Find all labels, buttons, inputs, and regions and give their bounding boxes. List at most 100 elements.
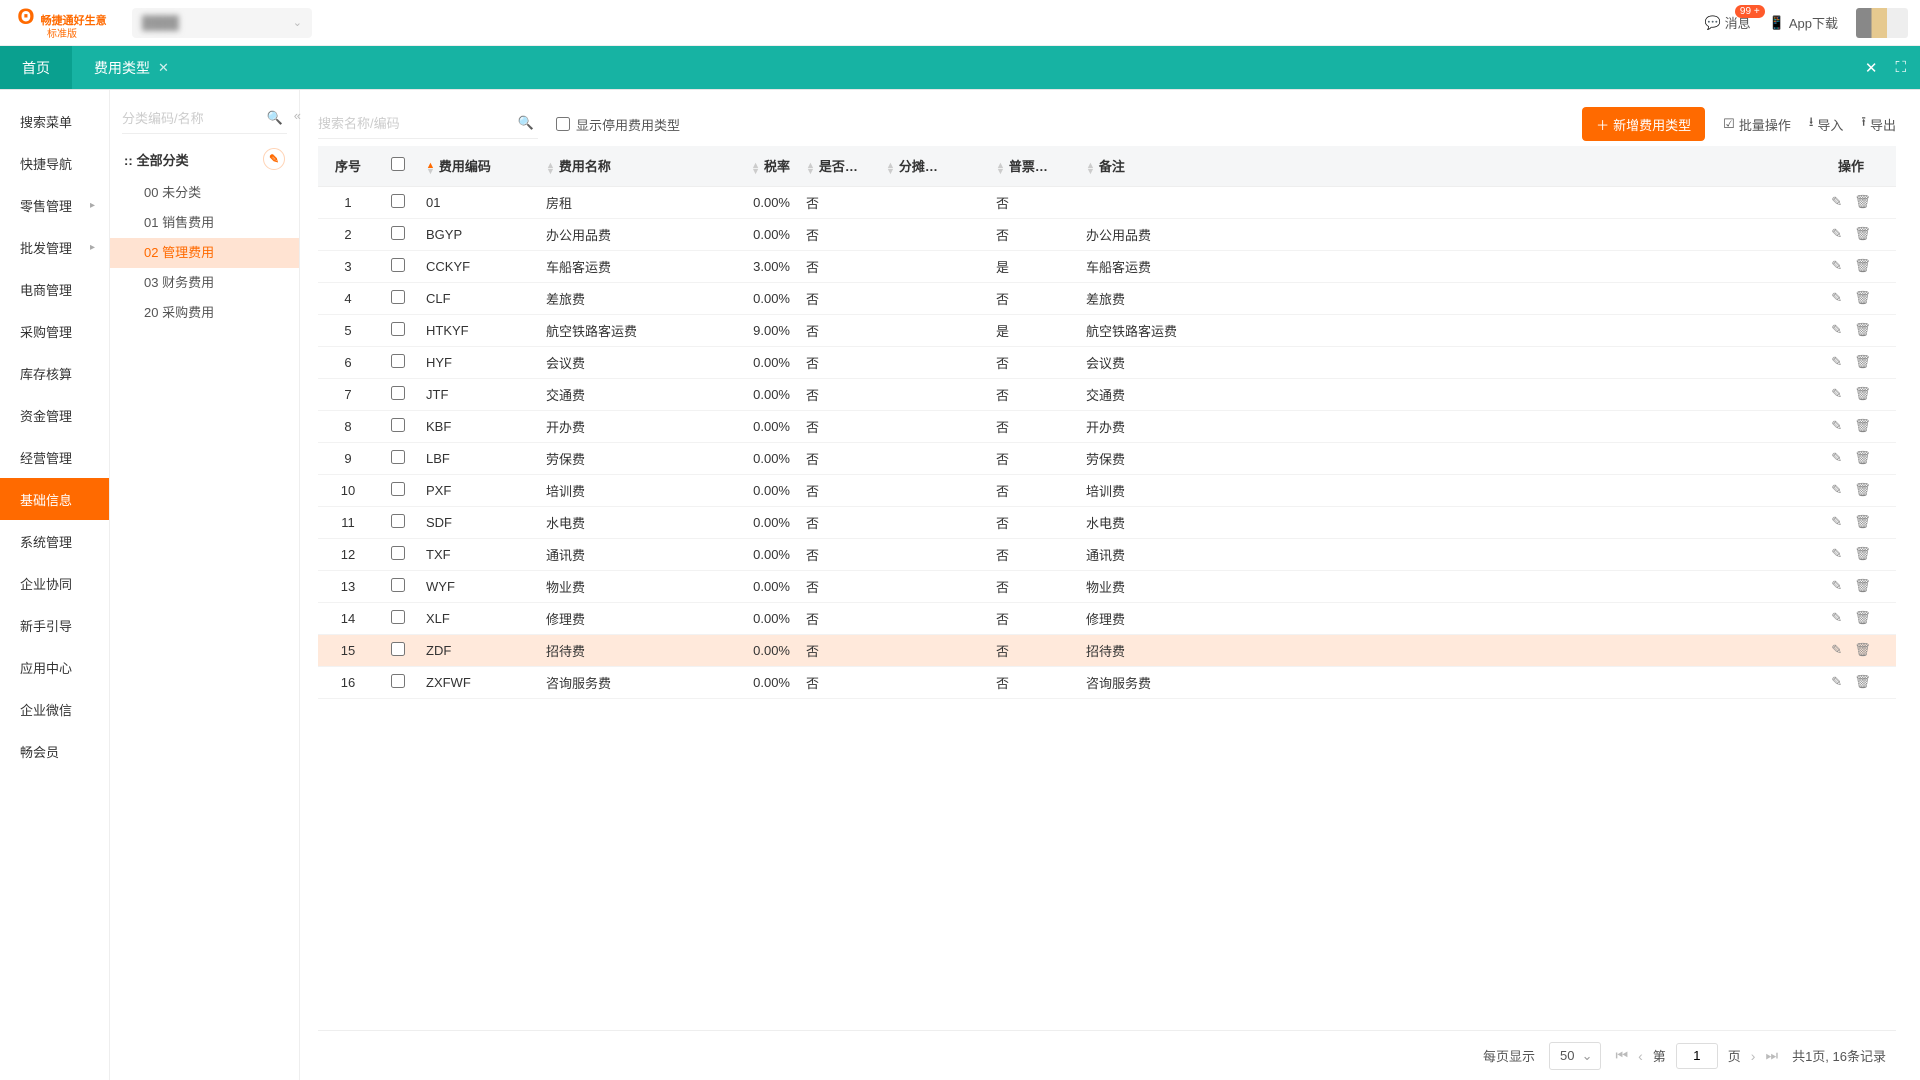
table-row[interactable]: 16 ZXFWF 咨询服务费 0.00% 否 否 咨询服务费 ✎ 🗑 <box>318 666 1896 698</box>
user-avatar[interactable] <box>1856 8 1908 38</box>
delete-row-icon[interactable]: 🗑 <box>1854 322 1871 338</box>
close-icon[interactable]: ✕ <box>158 60 169 76</box>
table-row[interactable]: 10 PXF 培训费 0.00% 否 否 培训费 ✎ 🗑 <box>318 474 1896 506</box>
table-row[interactable]: 9 LBF 劳保费 0.00% 否 否 劳保费 ✎ 🗑 <box>318 442 1896 474</box>
category-item[interactable]: 03 财务费用 <box>110 268 299 298</box>
category-item[interactable]: 20 采购费用 <box>110 298 299 328</box>
tab-close-all-icon[interactable]: ✕ <box>1865 59 1878 77</box>
table-search-input[interactable] <box>318 109 538 139</box>
delete-row-icon[interactable]: 🗑 <box>1854 546 1871 562</box>
app-download-button[interactable]: 📱 App下载 <box>1769 13 1838 32</box>
col-alloc[interactable]: ▲▼分摊… <box>878 146 988 186</box>
sidenav-item[interactable]: 采购管理 <box>0 310 109 352</box>
edit-row-icon[interactable]: ✎ <box>1831 290 1842 306</box>
edit-row-icon[interactable]: ✎ <box>1831 386 1842 402</box>
sidenav-item[interactable]: 电商管理 <box>0 268 109 310</box>
col-bool1[interactable]: ▲▼是否… <box>798 146 878 186</box>
edit-row-icon[interactable]: ✎ <box>1831 226 1842 242</box>
delete-row-icon[interactable]: 🗑 <box>1854 674 1871 690</box>
delete-row-icon[interactable]: 🗑 <box>1854 514 1871 530</box>
import-button[interactable]: ⭳ 导入 <box>1809 113 1844 135</box>
table-row[interactable]: 2 BGYP 办公用品费 0.00% 否 否 办公用品费 ✎ 🗑 <box>318 218 1896 250</box>
check-all-input[interactable] <box>391 157 405 171</box>
tab-expense-type[interactable]: 费用类型 ✕ <box>72 46 191 89</box>
col-bool2[interactable]: ▲▼普票… <box>988 146 1078 186</box>
row-checkbox[interactable] <box>391 674 405 688</box>
delete-row-icon[interactable]: 🗑 <box>1854 578 1871 594</box>
search-icon[interactable]: 🔍 <box>518 115 534 131</box>
row-checkbox[interactable] <box>391 290 405 304</box>
messages-button[interactable]: 💬 消息 99 + <box>1704 13 1750 32</box>
edit-categories-button[interactable]: ✎ <box>263 148 285 170</box>
edit-row-icon[interactable]: ✎ <box>1831 354 1842 370</box>
edit-row-icon[interactable]: ✎ <box>1831 418 1842 434</box>
sidenav-item[interactable]: 畅会员 <box>0 730 109 772</box>
edit-row-icon[interactable]: ✎ <box>1831 450 1842 466</box>
edit-row-icon[interactable]: ✎ <box>1831 258 1842 274</box>
new-expense-type-button[interactable]: ＋ 新增费用类型 <box>1582 107 1705 141</box>
col-remark[interactable]: ▲▼备注 <box>1078 146 1806 186</box>
sidenav-item[interactable]: 企业协同 <box>0 562 109 604</box>
show-disabled-input[interactable] <box>556 117 570 131</box>
edit-row-icon[interactable]: ✎ <box>1831 322 1842 338</box>
sidenav-item[interactable]: 新手引导 <box>0 604 109 646</box>
row-checkbox[interactable] <box>391 642 405 656</box>
sidenav-item[interactable]: 库存核算 <box>0 352 109 394</box>
table-row[interactable]: 8 KBF 开办费 0.00% 否 否 开办费 ✎ 🗑 <box>318 410 1896 442</box>
row-checkbox[interactable] <box>391 450 405 464</box>
page-first-button[interactable]: ⏮ <box>1615 1047 1628 1064</box>
col-check-all[interactable] <box>378 146 418 186</box>
row-checkbox[interactable] <box>391 482 405 496</box>
collapse-panel-icon[interactable]: « <box>294 108 301 123</box>
per-page-select[interactable]: 50 <box>1549 1042 1601 1070</box>
edit-row-icon[interactable]: ✎ <box>1831 482 1842 498</box>
search-icon[interactable]: 🔍 <box>267 110 283 126</box>
delete-row-icon[interactable]: 🗑 <box>1854 418 1871 434</box>
table-row[interactable]: 11 SDF 水电费 0.00% 否 否 水电费 ✎ 🗑 <box>318 506 1896 538</box>
row-checkbox[interactable] <box>391 322 405 336</box>
col-seq[interactable]: 序号 <box>318 146 378 186</box>
row-checkbox[interactable] <box>391 546 405 560</box>
table-row[interactable]: 7 JTF 交通费 0.00% 否 否 交通费 ✎ 🗑 <box>318 378 1896 410</box>
sidenav-item[interactable]: 搜索菜单 <box>0 100 109 142</box>
edit-row-icon[interactable]: ✎ <box>1831 514 1842 530</box>
batch-ops-button[interactable]: ☑ 批量操作 <box>1723 115 1791 134</box>
table-row[interactable]: 6 HYF 会议费 0.00% 否 否 会议费 ✎ 🗑 <box>318 346 1896 378</box>
col-rate[interactable]: ▲▼税率 <box>718 146 798 186</box>
page-last-button[interactable]: ⏭ <box>1765 1047 1778 1064</box>
sidenav-item[interactable]: 快捷导航 <box>0 142 109 184</box>
page-prev-button[interactable]: ‹ <box>1638 1048 1643 1064</box>
edit-row-icon[interactable]: ✎ <box>1831 610 1842 626</box>
export-button[interactable]: ⭱ 导出 <box>1861 113 1896 135</box>
delete-row-icon[interactable]: 🗑 <box>1854 482 1871 498</box>
sidenav-item[interactable]: 资金管理 <box>0 394 109 436</box>
sidenav-item[interactable]: 经营管理 <box>0 436 109 478</box>
sidenav-item[interactable]: 应用中心 <box>0 646 109 688</box>
row-checkbox[interactable] <box>391 386 405 400</box>
row-checkbox[interactable] <box>391 354 405 368</box>
col-code[interactable]: ▲▼费用编码 <box>418 146 538 186</box>
edit-row-icon[interactable]: ✎ <box>1831 546 1842 562</box>
sidenav-item[interactable]: 系统管理 <box>0 520 109 562</box>
delete-row-icon[interactable]: 🗑 <box>1854 226 1871 242</box>
page-next-button[interactable]: › <box>1751 1048 1756 1064</box>
delete-row-icon[interactable]: 🗑 <box>1854 450 1871 466</box>
delete-row-icon[interactable]: 🗑 <box>1854 194 1871 210</box>
sidenav-item[interactable]: 零售管理▸ <box>0 184 109 226</box>
edit-row-icon[interactable]: ✎ <box>1831 642 1842 658</box>
fullscreen-icon[interactable]: ⛶ <box>1895 59 1906 76</box>
delete-row-icon[interactable]: 🗑 <box>1854 354 1871 370</box>
all-categories-label[interactable]: 全部分类 <box>137 153 189 168</box>
table-row[interactable]: 14 XLF 修理费 0.00% 否 否 修理费 ✎ 🗑 <box>318 602 1896 634</box>
table-row[interactable]: 5 HTKYF 航空铁路客运费 9.00% 否 是 航空铁路客运费 ✎ 🗑 <box>318 314 1896 346</box>
delete-row-icon[interactable]: 🗑 <box>1854 290 1871 306</box>
table-row[interactable]: 1 01 房租 0.00% 否 否 ✎ 🗑 <box>318 186 1896 218</box>
row-checkbox[interactable] <box>391 514 405 528</box>
edit-row-icon[interactable]: ✎ <box>1831 194 1842 210</box>
edit-row-icon[interactable]: ✎ <box>1831 578 1842 594</box>
sidenav-item[interactable]: 批发管理▸ <box>0 226 109 268</box>
delete-row-icon[interactable]: 🗑 <box>1854 386 1871 402</box>
category-search-input[interactable] <box>122 104 287 134</box>
row-checkbox[interactable] <box>391 258 405 272</box>
table-row[interactable]: 4 CLF 差旅费 0.00% 否 否 差旅费 ✎ 🗑 <box>318 282 1896 314</box>
